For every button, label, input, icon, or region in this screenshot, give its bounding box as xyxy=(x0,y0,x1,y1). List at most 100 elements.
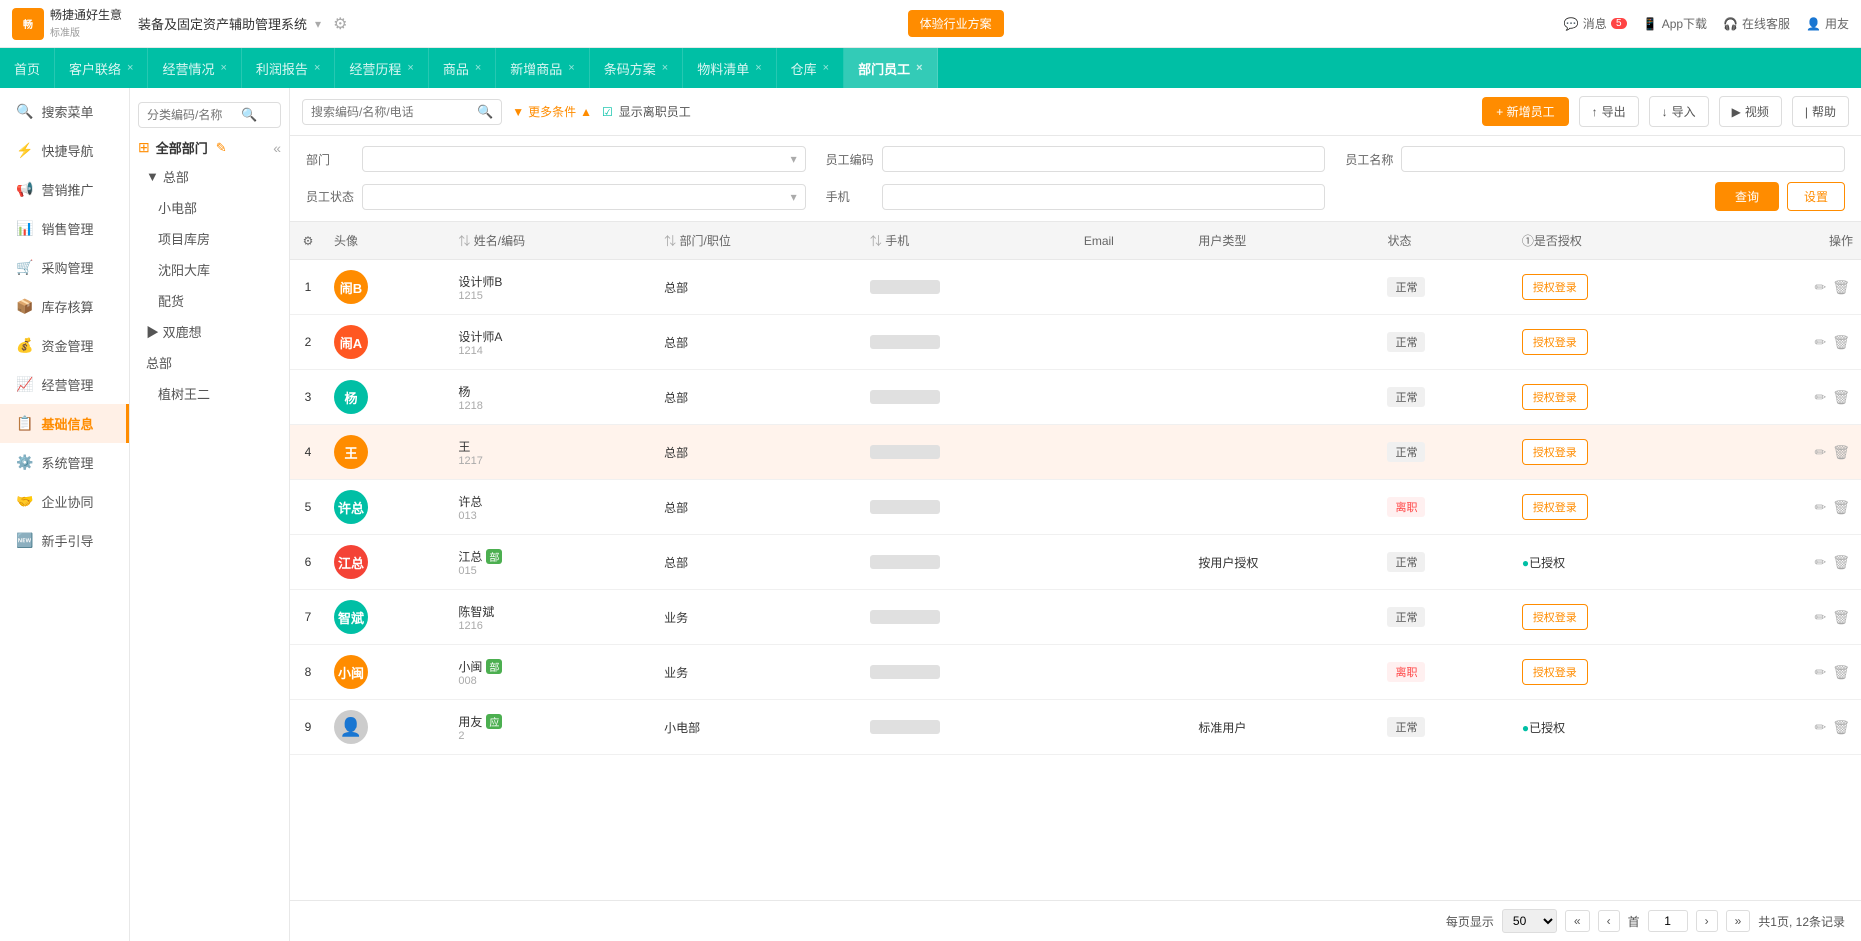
dept-tree-item-4[interactable]: 配货 xyxy=(130,285,289,316)
nav-tab-客户联络[interactable]: 客户联络× xyxy=(55,48,148,88)
col-settings[interactable]: ⚙ xyxy=(290,222,326,260)
add-employee-button[interactable]: + 新增员工 xyxy=(1482,97,1568,126)
nav-tab-条码方案[interactable]: 条码方案× xyxy=(590,48,683,88)
dept-collapse-btn[interactable]: « xyxy=(273,140,281,156)
dept-tree-item-3[interactable]: 沈阳大库 xyxy=(130,254,289,285)
nav-tab-首页[interactable]: 首页 xyxy=(0,48,55,88)
nav-tab-经营情况[interactable]: 经营情况× xyxy=(148,48,241,88)
close-tab-icon[interactable]: × xyxy=(220,62,226,74)
delete-icon-5[interactable]: 🗑 xyxy=(1832,554,1850,570)
dept-tree-item-0[interactable]: ▼ 总部 xyxy=(130,161,289,192)
close-tab-icon[interactable]: × xyxy=(823,62,829,74)
phone-filter-input[interactable] xyxy=(882,184,1326,210)
sidebar-item-operation[interactable]: 📈经营管理 xyxy=(0,365,129,404)
edit-icon-1[interactable]: ✏ xyxy=(1814,334,1826,350)
edit-icon-2[interactable]: ✏ xyxy=(1814,389,1826,405)
dept-grid-icon[interactable]: ⊞ xyxy=(138,139,150,156)
trial-button[interactable]: 体验行业方案 xyxy=(908,10,1004,37)
sidebar-item-guide[interactable]: 🆕新手引导 xyxy=(0,521,129,560)
auth-button-2[interactable]: 授权登录 xyxy=(1522,384,1588,410)
col-dept[interactable]: ⇅ 部门/职位 xyxy=(656,222,862,260)
close-tab-icon[interactable]: × xyxy=(916,62,922,74)
edit-icon-6[interactable]: ✏ xyxy=(1814,609,1826,625)
sidebar-item-marketing[interactable]: 📢营销推广 xyxy=(0,170,129,209)
auth-button-1[interactable]: 授权登录 xyxy=(1522,329,1588,355)
dept-search-input[interactable] xyxy=(147,108,237,122)
settings-button[interactable]: 设置 xyxy=(1787,182,1845,211)
edit-icon-0[interactable]: ✏ xyxy=(1814,279,1826,295)
dept-filter-select[interactable]: ▾ xyxy=(362,146,806,172)
help-button[interactable]: | 帮助 xyxy=(1792,96,1849,127)
auth-button-7[interactable]: 授权登录 xyxy=(1522,659,1588,685)
auth-button-6[interactable]: 授权登录 xyxy=(1522,604,1588,630)
more-filter-btn[interactable]: ▼ 更多条件 ▲ xyxy=(512,103,592,120)
edit-icon-7[interactable]: ✏ xyxy=(1814,664,1826,680)
import-button[interactable]: ↓ 导入 xyxy=(1649,96,1709,127)
nav-tab-物料清单[interactable]: 物料清单× xyxy=(683,48,776,88)
sidebar-item-system[interactable]: ⚙️系统管理 xyxy=(0,443,129,482)
settings-icon[interactable]: ⚙ xyxy=(333,14,347,34)
delete-icon-2[interactable]: 🗑 xyxy=(1832,389,1850,405)
close-tab-icon[interactable]: × xyxy=(127,62,133,74)
sidebar-item-finance[interactable]: 💰资金管理 xyxy=(0,326,129,365)
message-item[interactable]: 💬 消息 5 xyxy=(1564,15,1627,32)
dept-tree-item-2[interactable]: 项目库房 xyxy=(130,223,289,254)
nav-tab-部门员工[interactable]: 部门员工× xyxy=(844,48,937,88)
empname-filter-input[interactable] xyxy=(1401,146,1845,172)
dept-tree-item-7[interactable]: 植树王二 xyxy=(130,378,289,409)
edit-icon-4[interactable]: ✏ xyxy=(1814,499,1826,515)
col-name[interactable]: ⇅ 姓名/编码 xyxy=(450,222,656,260)
show-inactive-checkbox[interactable]: ☑ xyxy=(602,105,613,119)
close-tab-icon[interactable]: × xyxy=(407,62,413,74)
delete-icon-7[interactable]: 🗑 xyxy=(1832,664,1850,680)
edit-icon-3[interactable]: ✏ xyxy=(1814,444,1826,460)
prev-page-btn[interactable]: ‹ xyxy=(1598,910,1620,932)
search-button[interactable]: 查询 xyxy=(1715,182,1779,211)
dept-tree-item-1[interactable]: 小电部 xyxy=(130,192,289,223)
sidebar-item-inventory[interactable]: 📦库存核算 xyxy=(0,287,129,326)
delete-icon-0[interactable]: 🗑 xyxy=(1832,279,1850,295)
per-page-select[interactable]: 50 100 xyxy=(1502,909,1557,933)
online-service-item[interactable]: 🎧 在线客服 xyxy=(1723,15,1790,32)
edit-icon-5[interactable]: ✏ xyxy=(1814,554,1826,570)
close-tab-icon[interactable]: × xyxy=(314,62,320,74)
close-tab-icon[interactable]: × xyxy=(662,62,668,74)
nav-tab-经营历程[interactable]: 经营历程× xyxy=(335,48,428,88)
nav-tab-仓库[interactable]: 仓库× xyxy=(777,48,844,88)
all-dept-label[interactable]: 全部部门 xyxy=(156,138,208,157)
sidebar-item-quick[interactable]: ⚡快捷导航 xyxy=(0,131,129,170)
app-download-item[interactable]: 📱 App下载 xyxy=(1643,15,1707,32)
empcode-filter-input[interactable] xyxy=(882,146,1326,172)
view-button[interactable]: ▶ 视频 xyxy=(1719,96,1782,127)
close-tab-icon[interactable]: × xyxy=(475,62,481,74)
show-inactive-wrap[interactable]: ☑ 显示离职员工 xyxy=(602,103,691,120)
system-dropdown-icon[interactable]: ▾ xyxy=(315,17,321,31)
export-button[interactable]: ↑ 导出 xyxy=(1579,96,1639,127)
last-page-btn[interactable]: » xyxy=(1726,910,1751,932)
first-page-btn[interactable]: « xyxy=(1565,910,1590,932)
dept-tree-item-5[interactable]: ▶ 双鹿想 xyxy=(130,316,289,347)
auth-button-4[interactable]: 授权登录 xyxy=(1522,494,1588,520)
search-input[interactable] xyxy=(311,105,471,119)
empstatus-filter-select[interactable]: ▾ xyxy=(362,184,806,210)
sidebar-item-sales[interactable]: 📊销售管理 xyxy=(0,209,129,248)
delete-icon-8[interactable]: 🗑 xyxy=(1832,719,1850,735)
dept-edit-icon[interactable]: ✎ xyxy=(216,140,227,156)
sidebar-item-basic[interactable]: 📋基础信息 xyxy=(0,404,129,443)
delete-icon-4[interactable]: 🗑 xyxy=(1832,499,1850,515)
user-item[interactable]: 👤 用友 xyxy=(1806,15,1849,32)
delete-icon-3[interactable]: 🗑 xyxy=(1832,444,1850,460)
delete-icon-1[interactable]: 🗑 xyxy=(1832,334,1850,350)
close-tab-icon[interactable]: × xyxy=(755,62,761,74)
delete-icon-6[interactable]: 🗑 xyxy=(1832,609,1850,625)
edit-icon-8[interactable]: ✏ xyxy=(1814,719,1826,735)
dept-tree-item-6[interactable]: 总部 xyxy=(130,347,289,378)
nav-tab-利润报告[interactable]: 利润报告× xyxy=(242,48,335,88)
search-icon[interactable]: 🔍 xyxy=(477,104,493,120)
dept-search-icon[interactable]: 🔍 xyxy=(241,107,257,123)
auth-button-0[interactable]: 授权登录 xyxy=(1522,274,1588,300)
sidebar-item-search[interactable]: 🔍搜索菜单 xyxy=(0,92,129,131)
sidebar-item-enterprise[interactable]: 🤝企业协同 xyxy=(0,482,129,521)
close-tab-icon[interactable]: × xyxy=(568,62,574,74)
page-input[interactable] xyxy=(1648,910,1688,932)
